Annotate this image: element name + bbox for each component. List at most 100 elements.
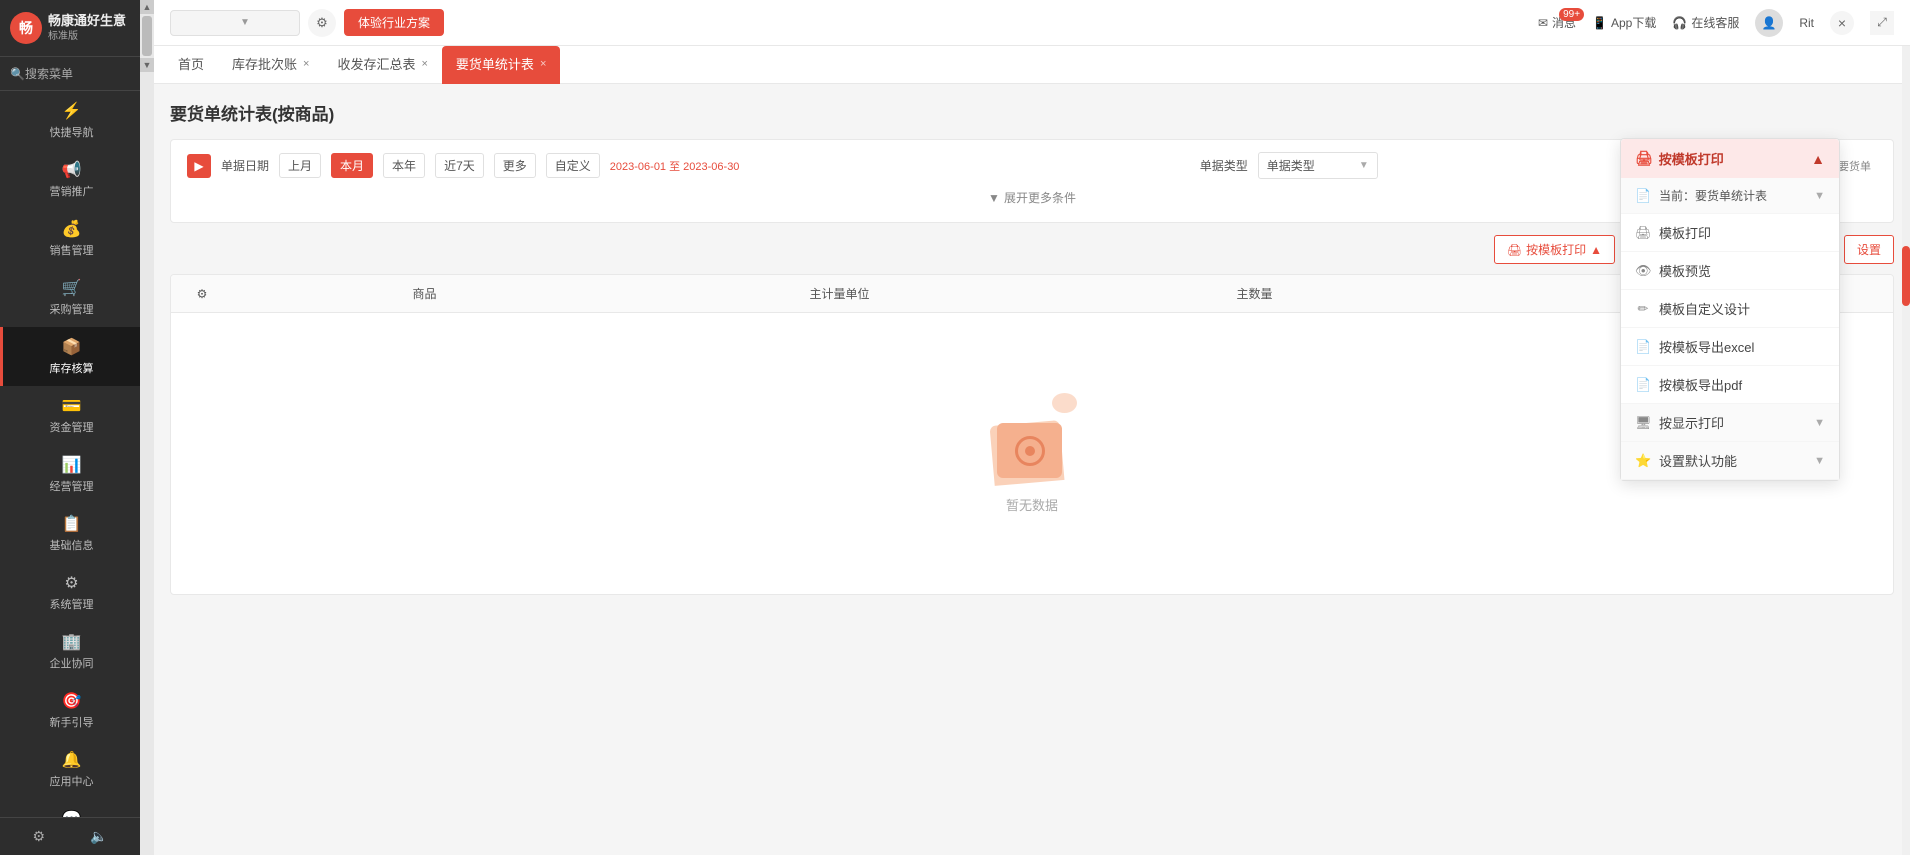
- user-avatar[interactable]: 👤: [1755, 9, 1783, 37]
- app-download-btn[interactable]: 📱 App下载: [1592, 14, 1656, 31]
- tabs-bar: 首页 库存批次账 × 收发存汇总表 × 要货单统计表 ×: [154, 46, 1910, 84]
- tab-receivables-close[interactable]: ×: [421, 58, 427, 70]
- sidebar-item-wechat[interactable]: 💬 企业微信: [0, 799, 140, 817]
- table-settings-col[interactable]: ⚙: [187, 287, 217, 301]
- template-design-icon: ✏: [1635, 301, 1651, 317]
- date-btn-more[interactable]: 更多: [494, 153, 536, 178]
- sidebar-item-enterprise[interactable]: 🏢 企业协同: [0, 622, 140, 681]
- wechat-icon: 💬: [62, 809, 82, 817]
- settings-footer-btn[interactable]: ⚙: [33, 828, 46, 845]
- dropdown-item-export-excel[interactable]: 📄 按模板导出excel: [1621, 328, 1839, 366]
- template-preview-icon: 👁: [1635, 263, 1651, 279]
- settings-btn[interactable]: 设置: [1844, 235, 1894, 264]
- message-icon: ✉: [1538, 16, 1548, 30]
- dropdown-item-template-design[interactable]: ✏ 模板自定义设计: [1621, 290, 1839, 328]
- print-dropdown-menu: 🖨 按模板打印 ▲ 📄 当前：要货单统计表 ▼ 🖨 模板打印 👁 模板预览: [1620, 138, 1840, 481]
- message-badge: 99+: [1559, 8, 1584, 21]
- empty-text: 暂无数据: [1006, 495, 1058, 514]
- expand-down-icon: ▼: [988, 191, 1000, 205]
- default-func-icon: ⭐: [1635, 453, 1651, 469]
- date-filter-label: 单据日期: [221, 157, 269, 174]
- sidebar-item-quick-nav[interactable]: ⚡ 快捷导航: [0, 91, 140, 150]
- tab-inventory-batch[interactable]: 库存批次账 ×: [218, 46, 323, 84]
- display-print-arrow: ▼: [1814, 417, 1825, 429]
- tab-home[interactable]: 首页: [164, 46, 218, 84]
- sidebar-search[interactable]: 🔍 搜索菜单: [0, 57, 140, 91]
- sidebar-item-purchase[interactable]: 🛒 采购管理: [0, 268, 140, 327]
- sidebar-item-finance[interactable]: 💳 资金管理: [0, 386, 140, 445]
- sidebar-item-basic[interactable]: 📋 基础信息: [0, 504, 140, 563]
- sidebar-nav: ⚡ 快捷导航 📢 营销推广 💰 销售管理 🛒 采购管理 📦 库存核算 💳 资金管…: [0, 91, 140, 817]
- headphone-icon: 🎧: [1672, 16, 1687, 30]
- expand-filter-btn[interactable]: ▼ 展开更多条件: [976, 185, 1088, 210]
- printer-icon: 🖨: [1507, 243, 1522, 257]
- download-icon: 📱: [1592, 16, 1607, 30]
- header-search-box[interactable]: ▼: [170, 10, 300, 36]
- print-template-btn[interactable]: 🖨 按模板打印 ▲: [1494, 235, 1615, 264]
- scroll-up-btn[interactable]: ▲: [140, 0, 154, 14]
- sidebar-item-guide[interactable]: 🎯 新手引导: [0, 681, 140, 740]
- tab-order-stats[interactable]: 要货单统计表 ×: [442, 46, 560, 84]
- top-header: ▼ ⚙ 体验行业方案 ✉ 消息 99+ 📱 App下载 🎧 在线客服 👤 Rit…: [154, 0, 1910, 46]
- system-icon: ⚙: [64, 573, 78, 593]
- dropdown-item-export-pdf[interactable]: 📄 按模板导出pdf: [1621, 366, 1839, 404]
- search-box-text: [181, 15, 236, 31]
- dropdown-item-template-print[interactable]: 🖨 模板打印: [1621, 214, 1839, 252]
- sidebar-item-marketing[interactable]: 📢 营销推广: [0, 150, 140, 209]
- enterprise-icon: 🏢: [62, 632, 82, 652]
- window-close-btn[interactable]: ×: [1830, 11, 1854, 35]
- default-func-arrow: ▼: [1814, 455, 1825, 467]
- table-col-product: 商品: [217, 285, 632, 302]
- dropdown-item-template-preview[interactable]: 👁 模板预览: [1621, 252, 1839, 290]
- date-btn-custom[interactable]: 自定义: [546, 153, 600, 178]
- filter-expand-btn[interactable]: ▶: [187, 154, 211, 178]
- table-col-quantity: 主数量: [1047, 285, 1462, 302]
- date-btn-this-month[interactable]: 本月: [331, 153, 373, 178]
- date-btn-this-year[interactable]: 本年: [383, 153, 425, 178]
- logo-icon: 畅: [10, 12, 42, 44]
- apps-icon: 🔔: [62, 750, 82, 770]
- sidebar-item-system[interactable]: ⚙ 系统管理: [0, 563, 140, 622]
- tab-order-stats-close[interactable]: ×: [540, 58, 546, 70]
- operation-icon: 📊: [62, 455, 82, 475]
- template-icon: 📄: [1635, 188, 1651, 204]
- message-btn[interactable]: ✉ 消息 99+: [1538, 14, 1576, 31]
- header-gear-btn[interactable]: ⚙: [308, 9, 336, 37]
- page-title: 要货单统计表(按商品): [170, 100, 1894, 125]
- sidebar-item-operation[interactable]: 📊 经营管理: [0, 445, 140, 504]
- dropdown-display-print[interactable]: 🖥 按显示打印 ▼: [1621, 404, 1839, 442]
- template-print-icon: 🖨: [1635, 225, 1651, 241]
- export-pdf-icon: 📄: [1635, 377, 1651, 393]
- tab-receivables-summary-label: 收发存汇总表: [337, 54, 415, 73]
- dropdown-close-btn[interactable]: ▲: [1811, 151, 1825, 167]
- marketing-icon: 📢: [62, 160, 82, 180]
- sidebar-item-inventory[interactable]: 📦 库存核算: [0, 327, 140, 386]
- online-service-btn[interactable]: 🎧 在线客服: [1672, 14, 1739, 31]
- scroll-down-btn[interactable]: ▼: [140, 58, 154, 72]
- scroll-thumb[interactable]: [142, 16, 152, 56]
- date-btn-7days[interactable]: 近7天: [435, 153, 484, 178]
- audio-footer-btn[interactable]: 🔈: [90, 828, 107, 845]
- main-content: ▼ ⚙ 体验行业方案 ✉ 消息 99+ 📱 App下载 🎧 在线客服 👤 Rit…: [154, 0, 1910, 855]
- right-scroll-thumb[interactable]: [1902, 246, 1910, 306]
- print-arrow-up: ▲: [1590, 243, 1602, 257]
- tab-receivables-summary[interactable]: 收发存汇总表 ×: [323, 46, 441, 84]
- trial-btn[interactable]: 体验行业方案: [344, 9, 444, 36]
- sidebar-item-sales[interactable]: 💰 销售管理: [0, 209, 140, 268]
- right-scrollbar[interactable]: [1902, 46, 1910, 855]
- sidebar-scrollbar[interactable]: ▲ ▼: [140, 0, 154, 855]
- tab-inventory-batch-close[interactable]: ×: [303, 58, 309, 70]
- window-expand-btn[interactable]: ⤢: [1870, 11, 1894, 35]
- dropdown-current-template[interactable]: 📄 当前：要货单统计表 ▼: [1621, 178, 1839, 214]
- search-dropdown-arrow[interactable]: ▼: [240, 17, 250, 28]
- order-goods-label: 要货单: [1838, 158, 1871, 174]
- dropdown-header: 🖨 按模板打印 ▲: [1621, 139, 1839, 178]
- sidebar-logo: 畅 畅康通好生意 标准版: [0, 0, 140, 57]
- display-print-icon: 🖥: [1635, 415, 1651, 431]
- sidebar-item-apps[interactable]: 🔔 应用中心: [0, 740, 140, 799]
- inventory-icon: 📦: [62, 337, 82, 357]
- date-btn-last-month[interactable]: 上月: [279, 153, 321, 178]
- dropdown-default-func[interactable]: ⭐ 设置默认功能 ▼: [1621, 442, 1839, 480]
- order-type-select[interactable]: 单据类型 ▼: [1258, 152, 1378, 179]
- logo-text: 畅康通好生意 标准版: [48, 12, 126, 44]
